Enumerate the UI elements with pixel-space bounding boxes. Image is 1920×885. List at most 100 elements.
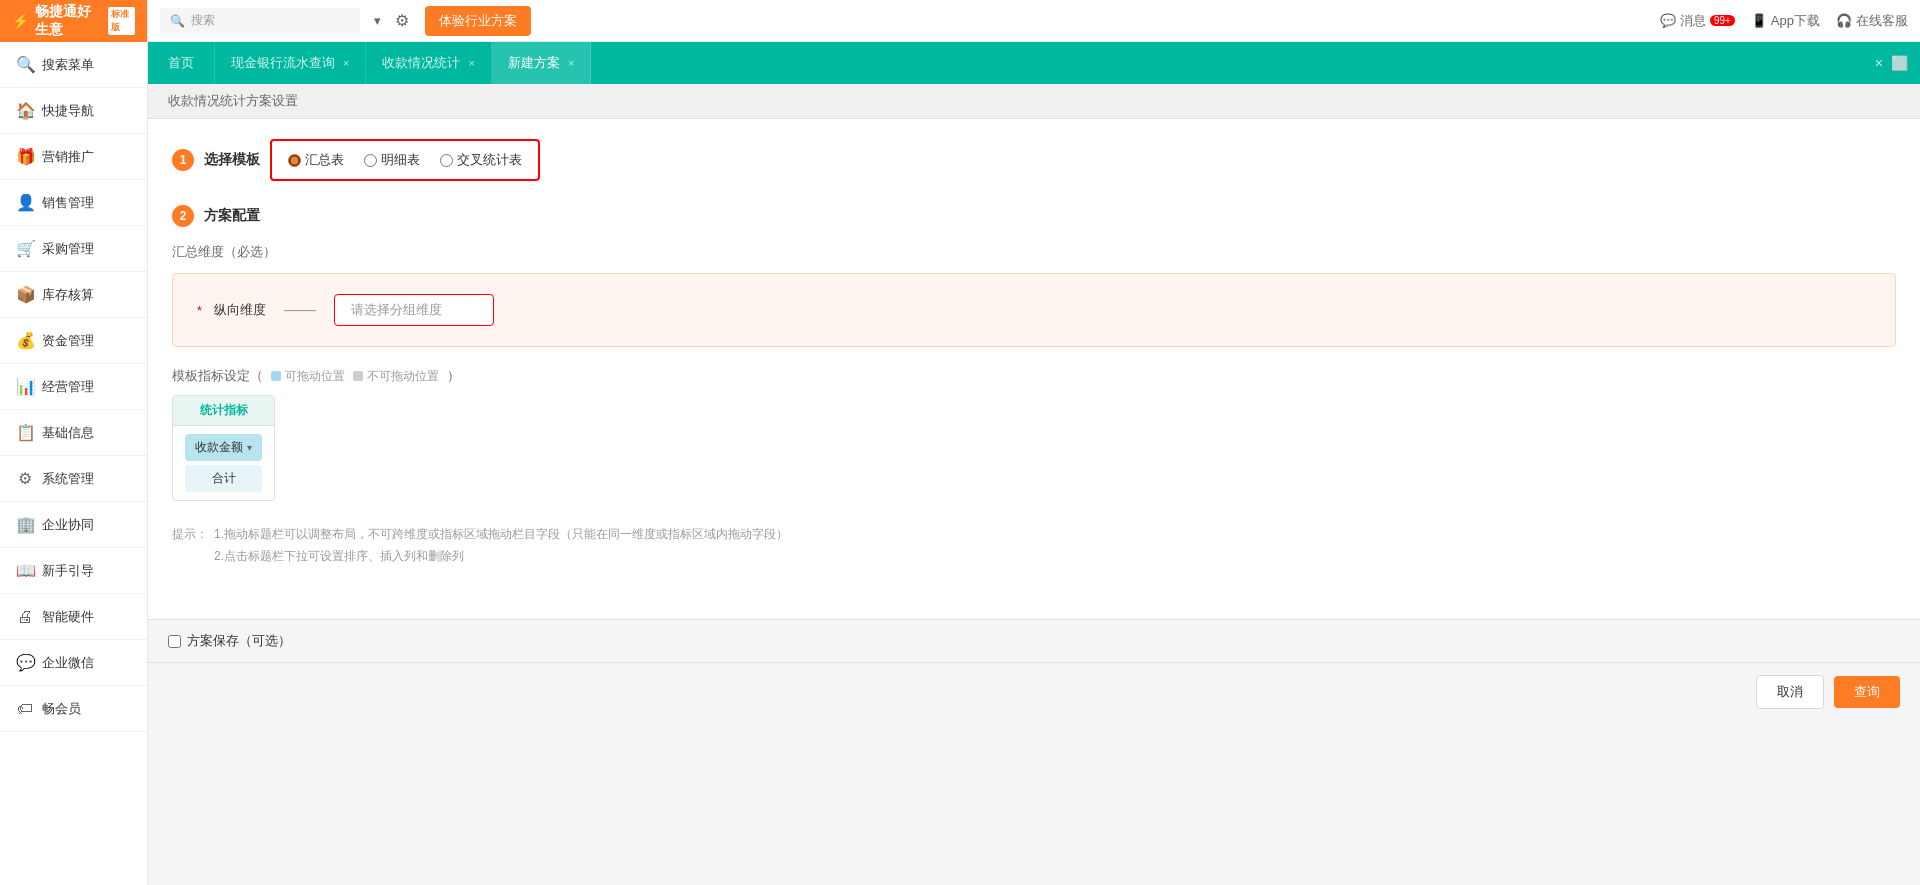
hint-text-2: 2.点击标题栏下拉可设置排序、插入列和删除列 (214, 546, 464, 568)
legend-non-draggable: 不可拖动位置 (353, 368, 439, 385)
tab-cashflow-close[interactable]: × (343, 57, 349, 69)
save-checkbox-label[interactable]: 方案保存（可选） (168, 632, 291, 650)
operations-icon: 📊 (16, 377, 34, 396)
sidebar-item-system[interactable]: ⚙ 系统管理 (0, 456, 147, 502)
radio-detail-input[interactable] (364, 154, 377, 167)
radio-summary[interactable]: 汇总表 (288, 151, 344, 169)
save-checkbox-input[interactable] (168, 635, 181, 648)
sidebar-item-member[interactable]: 🏷 畅会员 (0, 686, 147, 732)
sidebar-item-label: 销售管理 (42, 194, 94, 212)
radio-cross-input[interactable] (440, 154, 453, 167)
app-download-label: App下载 (1771, 12, 1820, 30)
sidebar-item-operations[interactable]: 📊 经营管理 (0, 364, 147, 410)
tab-collection-close[interactable]: × (468, 57, 474, 69)
sidebar-item-marketing[interactable]: 🎁 营销推广 (0, 134, 147, 180)
sidebar-logo: ⚡ 畅捷通好生意 标准版 (0, 0, 147, 42)
tab-maximize-icon[interactable]: ⬜ (1891, 55, 1908, 71)
legend-draggable: 可拖动位置 (271, 368, 345, 385)
marketing-icon: 🎁 (16, 147, 34, 166)
sidebar-item-enterprise[interactable]: 🏢 企业协同 (0, 502, 147, 548)
app-download-btn[interactable]: 📱 App下载 (1751, 12, 1820, 30)
logo-badge: 标准版 (108, 7, 135, 35)
step2-circle: 2 (172, 205, 194, 227)
radio-summary-label: 汇总表 (305, 151, 344, 169)
enterprise-icon: 🏢 (16, 515, 34, 534)
metrics-subtag-label: 合计 (212, 471, 236, 485)
footer-bar: 方案保存（可选） (148, 619, 1920, 662)
tab-cashflow-label: 现金银行流水查询 (231, 54, 335, 72)
sidebar-item-search-menu[interactable]: 🔍 搜索菜单 (0, 42, 147, 88)
sidebar-item-purchase[interactable]: 🛒 采购管理 (0, 226, 147, 272)
metrics-label-text: 模板指标设定（ (172, 367, 263, 385)
legend-non-draggable-label: 不可拖动位置 (367, 368, 439, 385)
radio-cross-label: 交叉统计表 (457, 151, 522, 169)
hint-row-1: 提示： 1.拖动标题栏可以调整布局，不可跨维度或指标区域拖动栏目字段（只能在同一… (172, 524, 1896, 546)
tab-collection[interactable]: 收款情况统计 × (366, 42, 491, 84)
sidebar-item-finance[interactable]: 💰 资金管理 (0, 318, 147, 364)
form-body: 1 选择模板 汇总表 明细表 交叉统计表 (148, 119, 1920, 619)
sidebar-item-wechat[interactable]: 💬 企业微信 (0, 640, 147, 686)
tabbar-actions: × ⬜ (1875, 55, 1920, 71)
metrics-tag[interactable]: 收款金额 ▾ (185, 434, 262, 461)
industry-btn[interactable]: 体验行业方案 (425, 6, 531, 36)
sidebar-item-label: 资金管理 (42, 332, 94, 350)
tab-home-label: 首页 (168, 54, 194, 72)
notification-badge: 99+ (1710, 15, 1735, 26)
metrics-subtag[interactable]: 合计 (185, 465, 262, 492)
query-button[interactable]: 查询 (1834, 676, 1900, 708)
content-area: 收款情况统计方案设置 1 选择模板 汇总表 明细表 (148, 84, 1920, 885)
hint-text-1: 1.拖动标题栏可以调整布局，不可跨维度或指标区域拖动栏目字段（只能在同一维度或指… (214, 524, 788, 546)
hardware-icon: 🖨 (16, 608, 34, 626)
search-menu-icon: 🔍 (16, 55, 34, 74)
sidebar-item-hardware[interactable]: 🖨 智能硬件 (0, 594, 147, 640)
tab-restore-icon[interactable]: × (1875, 55, 1883, 71)
step1-header: 1 选择模板 汇总表 明细表 交叉统计表 (172, 139, 1896, 181)
tab-cashflow[interactable]: 现金银行流水查询 × (215, 42, 366, 84)
sidebar-item-label: 智能硬件 (42, 608, 94, 626)
online-service-label: 在线客服 (1856, 12, 1908, 30)
sidebar-item-basic-info[interactable]: 📋 基础信息 (0, 410, 147, 456)
radio-cross[interactable]: 交叉统计表 (440, 151, 522, 169)
cancel-button[interactable]: 取消 (1756, 675, 1824, 709)
guide-icon: 📖 (16, 561, 34, 580)
sidebar-item-quick-nav[interactable]: 🏠 快捷导航 (0, 88, 147, 134)
radio-summary-input[interactable] (288, 154, 301, 167)
message-label: 消息 (1680, 12, 1706, 30)
sidebar-item-guide[interactable]: 📖 新手引导 (0, 548, 147, 594)
logo-text: 畅捷通好生意 (35, 3, 102, 39)
sidebar-item-inventory[interactable]: 📦 库存核算 (0, 272, 147, 318)
logo-icon: ⚡ (12, 13, 29, 29)
metrics-section: 模板指标设定（ 可拖动位置 不可拖动位置 ） 统计指标 (172, 367, 1896, 504)
topbar-gear-icon[interactable]: ⚙ (395, 11, 409, 30)
quick-nav-icon: 🏠 (16, 101, 34, 120)
dimension-select-button[interactable]: 请选择分组维度 (334, 294, 494, 326)
sidebar-item-label: 采购管理 (42, 240, 94, 258)
finance-icon: 💰 (16, 331, 34, 350)
topbar-dropdown-icon[interactable]: ▾ (374, 13, 381, 28)
dimension-arrow: —— (284, 301, 316, 319)
radio-detail-label: 明细表 (381, 151, 420, 169)
step2-header: 2 方案配置 (172, 205, 1896, 227)
tab-home[interactable]: 首页 (148, 42, 215, 84)
sidebar-item-sales[interactable]: 👤 销售管理 (0, 180, 147, 226)
sidebar-item-label: 搜索菜单 (42, 56, 94, 74)
metrics-header: 统计指标 (173, 396, 274, 426)
member-icon: 🏷 (16, 700, 34, 718)
draggable-dot (271, 371, 281, 381)
sidebar-item-label: 库存核算 (42, 286, 94, 304)
dimension-area: * 纵向维度 —— 请选择分组维度 (172, 273, 1896, 347)
search-placeholder-text: 搜索 (191, 12, 215, 29)
sidebar-item-label: 企业协同 (42, 516, 94, 534)
message-btn[interactable]: 💬 消息 99+ (1660, 12, 1735, 30)
online-service-btn[interactable]: 🎧 在线客服 (1836, 12, 1908, 30)
sales-icon: 👤 (16, 193, 34, 212)
tab-new-plan[interactable]: 新建方案 × (492, 42, 591, 84)
radio-detail[interactable]: 明细表 (364, 151, 420, 169)
topbar-search[interactable]: 🔍 搜索 (160, 8, 360, 33)
tab-collection-label: 收款情况统计 (382, 54, 460, 72)
step1-circle: 1 (172, 149, 194, 171)
vertical-dimension-label: 纵向维度 (214, 301, 266, 319)
tab-new-plan-close[interactable]: × (568, 57, 574, 69)
sidebar: ⚡ 畅捷通好生意 标准版 🔍 搜索菜单 🏠 快捷导航 🎁 营销推广 👤 销售管理… (0, 0, 148, 885)
metrics-config-label: 模板指标设定（ 可拖动位置 不可拖动位置 ） (172, 367, 1896, 385)
